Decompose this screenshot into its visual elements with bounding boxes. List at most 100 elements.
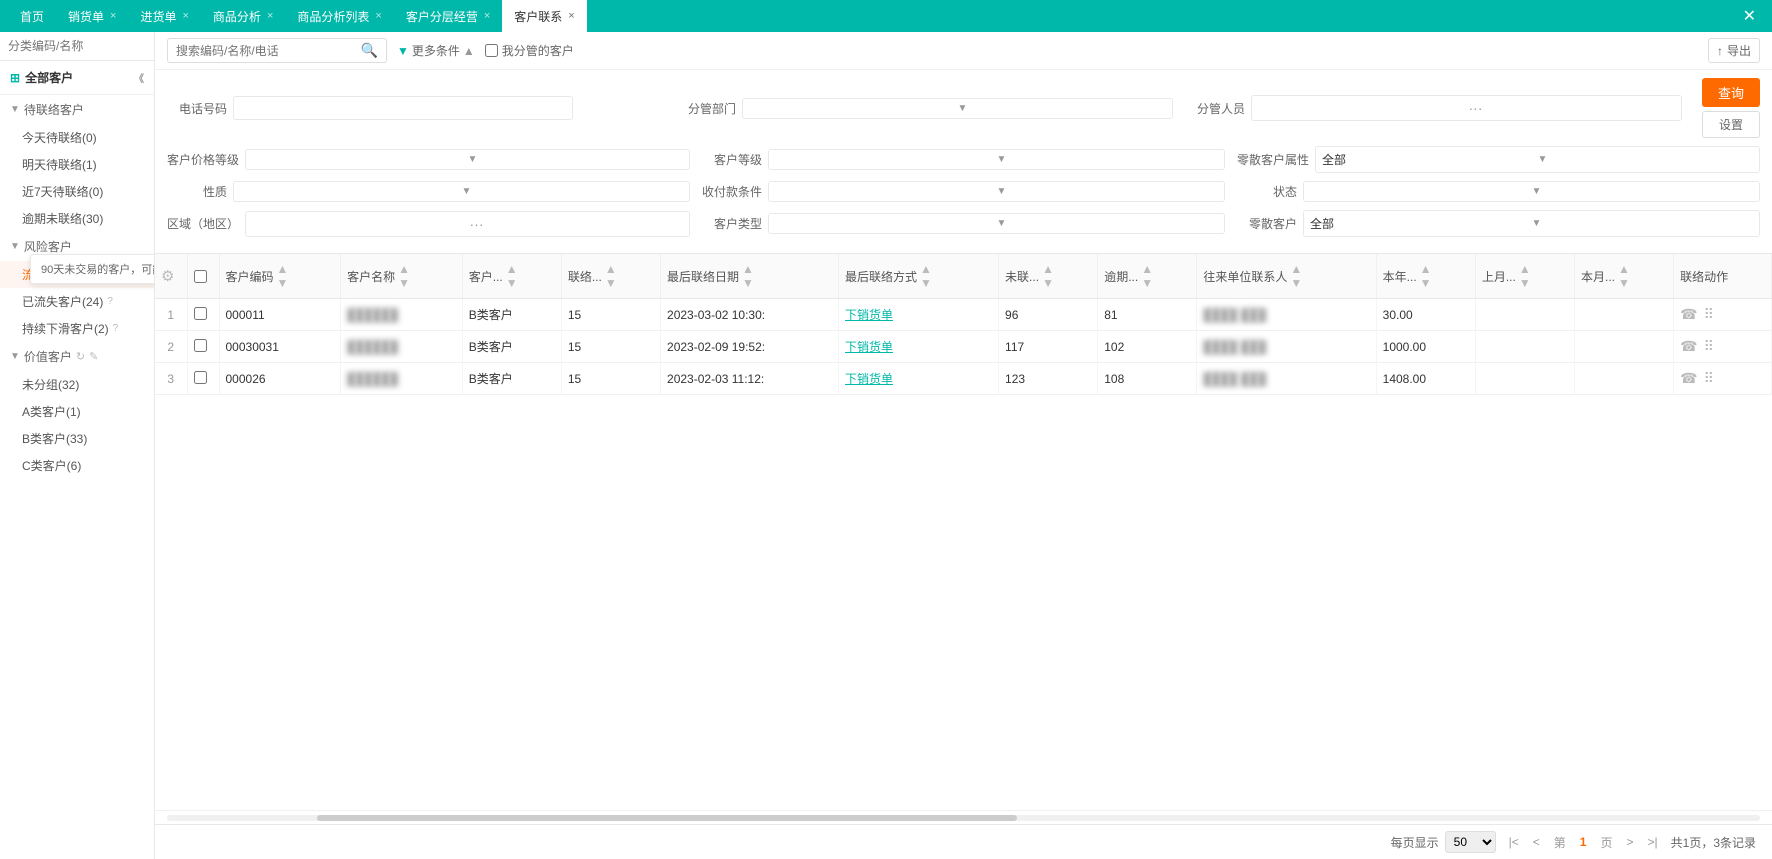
cell-check[interactable]: [187, 331, 219, 363]
query-button[interactable]: 查询: [1702, 78, 1760, 107]
zero-customer-select[interactable]: 全部 ▼: [1303, 210, 1760, 237]
action-more-icon[interactable]: ⠿: [1704, 306, 1714, 323]
row-checkbox-1[interactable]: [194, 339, 207, 352]
sort-this-year[interactable]: ▲▼: [1420, 262, 1432, 290]
sidebar-item-declining[interactable]: 持续下滑客户(2) ?: [0, 315, 154, 342]
refresh-icon[interactable]: ↻: [76, 350, 85, 363]
action-phone-icon[interactable]: ☎: [1680, 338, 1697, 355]
cell-unit-contact: ████ ███: [1197, 363, 1376, 395]
sort-customer-code[interactable]: ▲▼: [277, 262, 289, 290]
nav-product-analysis[interactable]: 商品分析 ×: [201, 0, 285, 32]
sidebar-group-value[interactable]: ▼ 价值客户 ↻ ✎: [0, 342, 154, 371]
sidebar-item-churned[interactable]: 已流失客户(24) ?: [0, 288, 154, 315]
sort-unit-contact[interactable]: ▲▼: [1290, 262, 1302, 290]
sidebar-item-overdue[interactable]: 逾期未联络(30): [0, 205, 154, 232]
last-page-button[interactable]: >|: [1643, 833, 1663, 851]
prev-page-button[interactable]: <: [1528, 833, 1545, 851]
filter-actions: 查询 设置: [1702, 78, 1760, 138]
my-customers-check-input[interactable]: [485, 44, 498, 57]
nav-customer-contact[interactable]: 客户联系 ×: [502, 0, 586, 32]
sidebar-item-ungroup[interactable]: 未分组(32): [0, 371, 154, 398]
select-all-checkbox[interactable]: [194, 270, 207, 283]
sort-overdue[interactable]: ▲▼: [1141, 262, 1153, 290]
sidebar-search-input[interactable]: [8, 39, 155, 53]
close-customer-contact[interactable]: ×: [568, 10, 574, 22]
action-phone-icon[interactable]: ☎: [1680, 306, 1697, 323]
nav-home[interactable]: 首页: [8, 0, 56, 32]
sort-way[interactable]: ▲▼: [920, 262, 932, 290]
cell-contact-count: 15: [561, 331, 660, 363]
filter-field-nature: 性质 ▼: [167, 181, 690, 202]
scrollbar-track[interactable]: [167, 815, 1760, 821]
action-more-icon[interactable]: ⠿: [1704, 338, 1714, 355]
nav-customer-layer[interactable]: 客户分层经营 ×: [394, 0, 502, 32]
th-check[interactable]: [187, 254, 219, 299]
first-page-button[interactable]: |<: [1504, 833, 1524, 851]
nav-sales-order[interactable]: 销货单 ×: [56, 0, 128, 32]
customer-level-select[interactable]: ▼: [768, 149, 1225, 170]
filter-search-icon[interactable]: 🔍: [361, 42, 378, 59]
sort-last-month[interactable]: ▲▼: [1519, 262, 1531, 290]
sidebar-item-class-a[interactable]: A类客户(1): [0, 398, 154, 425]
th-customer-name: 客户名称 ▲▼: [341, 254, 463, 299]
settings-button[interactable]: 设置: [1702, 111, 1760, 138]
sidebar-group-risk[interactable]: ▼ 风险客户 90天未交易的客户，可能有流失风险。: [0, 232, 154, 261]
sort-contact[interactable]: ▲▼: [605, 262, 617, 290]
nav-product-analysis-list[interactable]: 商品分析列表 ×: [285, 0, 393, 32]
sidebar-item-class-c[interactable]: C类客户(6): [0, 452, 154, 479]
close-sales-order[interactable]: ×: [110, 10, 116, 22]
scrollbar-thumb[interactable]: [317, 815, 1017, 821]
sidebar-all-customers[interactable]: ⊞ 全部客户 《: [0, 61, 154, 95]
th-gear[interactable]: ⚙: [155, 254, 187, 299]
status-arrow: ▼: [1532, 186, 1754, 197]
region-select[interactable]: ···: [245, 211, 690, 237]
sidebar-item-7days[interactable]: 近7天待联络(0): [0, 178, 154, 205]
nature-select[interactable]: ▼: [233, 181, 690, 202]
export-button[interactable]: ↑ 导出: [1708, 38, 1760, 63]
cell-check[interactable]: [187, 363, 219, 395]
edit-value-icon[interactable]: ✎: [89, 350, 98, 363]
row-checkbox-2[interactable]: [194, 371, 207, 384]
filter-search-input[interactable]: [176, 44, 361, 58]
sort-level[interactable]: ▲▼: [506, 262, 518, 290]
more-conditions-button[interactable]: ▼ 更多条件 ▲: [397, 42, 475, 59]
close-product-analysis[interactable]: ×: [267, 10, 273, 22]
pay-condition-select[interactable]: ▼: [768, 181, 1225, 202]
close-customer-layer[interactable]: ×: [484, 10, 490, 22]
sort-this-month[interactable]: ▲▼: [1618, 262, 1630, 290]
next-page-button[interactable]: >: [1622, 833, 1639, 851]
dept-select[interactable]: ▼: [742, 98, 1173, 119]
my-customers-checkbox[interactable]: 我分管的客户: [485, 42, 574, 59]
cell-check[interactable]: [187, 299, 219, 331]
cell-last-month: [1475, 363, 1574, 395]
person-select[interactable]: ···: [1251, 95, 1682, 121]
sort-date[interactable]: ▲▼: [742, 262, 754, 290]
phone-input[interactable]: [233, 96, 573, 120]
close-all-button[interactable]: ✕: [1735, 6, 1764, 26]
action-more-icon[interactable]: ⠿: [1704, 370, 1714, 387]
gear-icon[interactable]: ⚙: [161, 267, 174, 285]
per-page-select[interactable]: 50 100: [1445, 831, 1496, 853]
cell-overdue: 102: [1098, 331, 1197, 363]
cell-num: 1: [155, 299, 187, 331]
horizontal-scrollbar[interactable]: [155, 810, 1772, 824]
status-select[interactable]: ▼: [1303, 181, 1760, 202]
sidebar-item-today[interactable]: 今天待联络(0): [0, 124, 154, 151]
action-phone-icon[interactable]: ☎: [1680, 370, 1697, 387]
close-product-analysis-list[interactable]: ×: [375, 10, 381, 22]
cell-level: B类客户: [462, 331, 561, 363]
cell-not-contact: 96: [999, 299, 1098, 331]
sidebar-item-tomorrow[interactable]: 明天待联络(1): [0, 151, 154, 178]
row-checkbox-0[interactable]: [194, 307, 207, 320]
nav-purchase-order[interactable]: 进货单 ×: [128, 0, 200, 32]
sort-customer-name[interactable]: ▲▼: [398, 262, 410, 290]
sidebar-group-pending[interactable]: ▼ 待联络客户: [0, 95, 154, 124]
price-level-select[interactable]: ▼: [245, 149, 690, 170]
sort-not-contact[interactable]: ▲▼: [1042, 262, 1054, 290]
value-arrow: ▼: [10, 351, 20, 362]
filter-field-zero-customer: 零散客户 全部 ▼: [1237, 210, 1760, 237]
customer-type-select[interactable]: ▼: [768, 213, 1225, 234]
close-purchase-order[interactable]: ×: [182, 10, 188, 22]
sidebar-item-class-b[interactable]: B类客户(33): [0, 425, 154, 452]
zero-attr-select[interactable]: 全部 ▼: [1315, 146, 1760, 173]
